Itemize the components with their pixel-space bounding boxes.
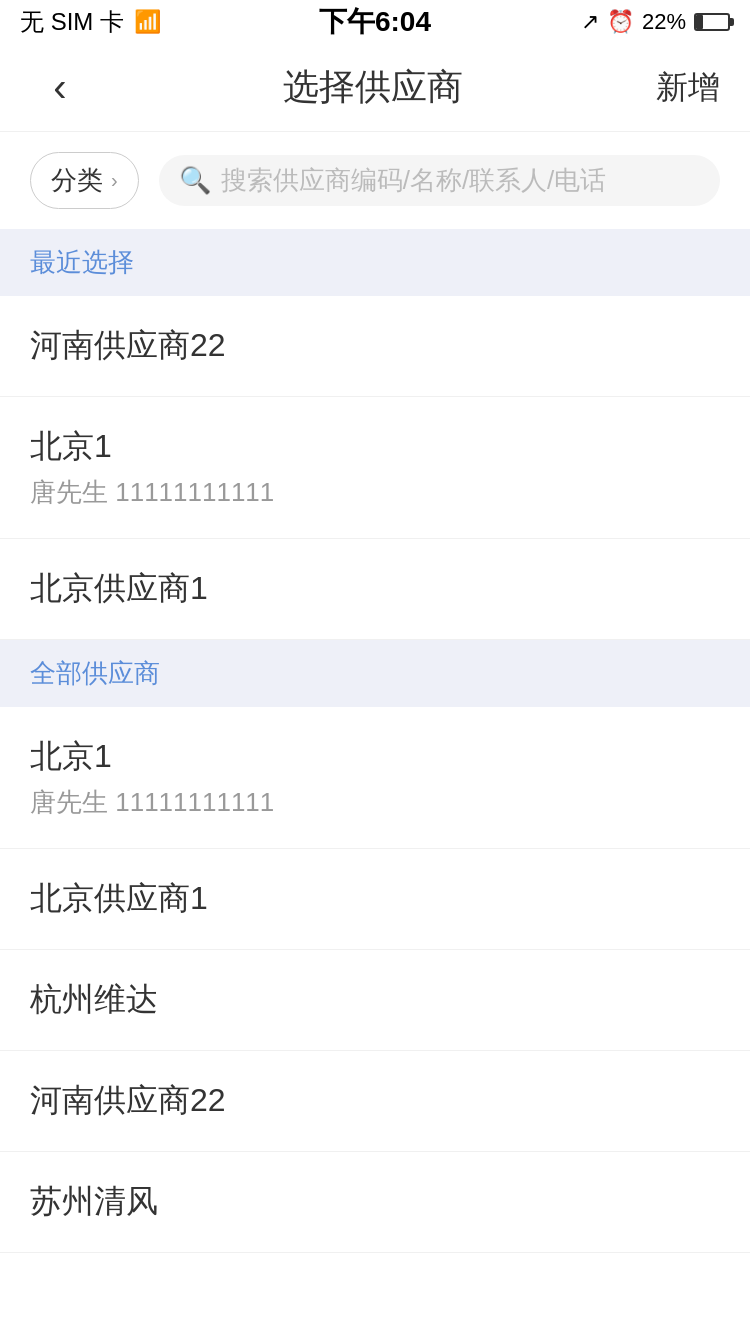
search-icon: 🔍 [179, 165, 211, 196]
sections-container: 最近选择河南供应商22 北京1 唐先生 11111111111 北京供应商1 全部供应商… [0, 229, 750, 1253]
category-filter-button[interactable]: 分类 › [30, 152, 139, 209]
search-box[interactable]: 🔍 [159, 155, 720, 206]
category-label: 分类 [51, 163, 103, 198]
list-item-name: 北京1 [30, 735, 720, 779]
list-item-sub: 唐先生 11111111111 [30, 475, 720, 510]
status-time: 下午6:04 [319, 3, 431, 41]
list-item-name: 河南供应商22 [30, 1079, 720, 1123]
status-bar: 无 SIM 卡 📶 下午6:04 ↗ ⏰ 22% [0, 0, 750, 44]
list-item-name: 杭州维达 [30, 978, 720, 1022]
list-item-name: 苏州清风 [30, 1180, 720, 1224]
wifi-icon: 📶 [134, 9, 161, 35]
list-item[interactable]: 苏州清风 [0, 1152, 750, 1253]
section-header-text-all: 全部供应商 [30, 658, 160, 688]
back-arrow-icon: ‹ [53, 65, 66, 110]
list-item[interactable]: 河南供应商22 [0, 296, 750, 397]
battery-label: 22% [642, 9, 686, 35]
no-sim-label: 无 SIM 卡 [20, 6, 124, 38]
page-title: 选择供应商 [283, 63, 463, 112]
search-input[interactable] [221, 165, 700, 196]
list-item[interactable]: 北京供应商1 [0, 849, 750, 950]
status-left: 无 SIM 卡 📶 [20, 6, 161, 38]
list-item[interactable]: 河南供应商22 [0, 1051, 750, 1152]
list-item[interactable]: 北京1 唐先生 11111111111 [0, 397, 750, 539]
list-item[interactable]: 北京供应商1 [0, 539, 750, 640]
section-header-all: 全部供应商 [0, 640, 750, 707]
location-icon: ↗ [581, 9, 599, 35]
list-item-sub: 唐先生 11111111111 [30, 785, 720, 820]
chevron-right-icon: › [111, 169, 118, 192]
list-item[interactable]: 杭州维达 [0, 950, 750, 1051]
filter-row: 分类 › 🔍 [0, 132, 750, 229]
section-header-text-recent: 最近选择 [30, 247, 134, 277]
alarm-icon: ⏰ [607, 9, 634, 35]
add-button[interactable]: 新增 [656, 66, 720, 110]
battery-icon [694, 13, 730, 31]
section-header-recent: 最近选择 [0, 229, 750, 296]
list-item-name: 北京供应商1 [30, 877, 720, 921]
list-item-name: 北京1 [30, 425, 720, 469]
list-item[interactable]: 北京1 唐先生 11111111111 [0, 707, 750, 849]
status-right: ↗ ⏰ 22% [581, 9, 730, 35]
back-button[interactable]: ‹ [30, 58, 90, 118]
list-item-name: 北京供应商1 [30, 567, 720, 611]
list-item-name: 河南供应商22 [30, 324, 720, 368]
nav-bar: ‹ 选择供应商 新增 [0, 44, 750, 132]
